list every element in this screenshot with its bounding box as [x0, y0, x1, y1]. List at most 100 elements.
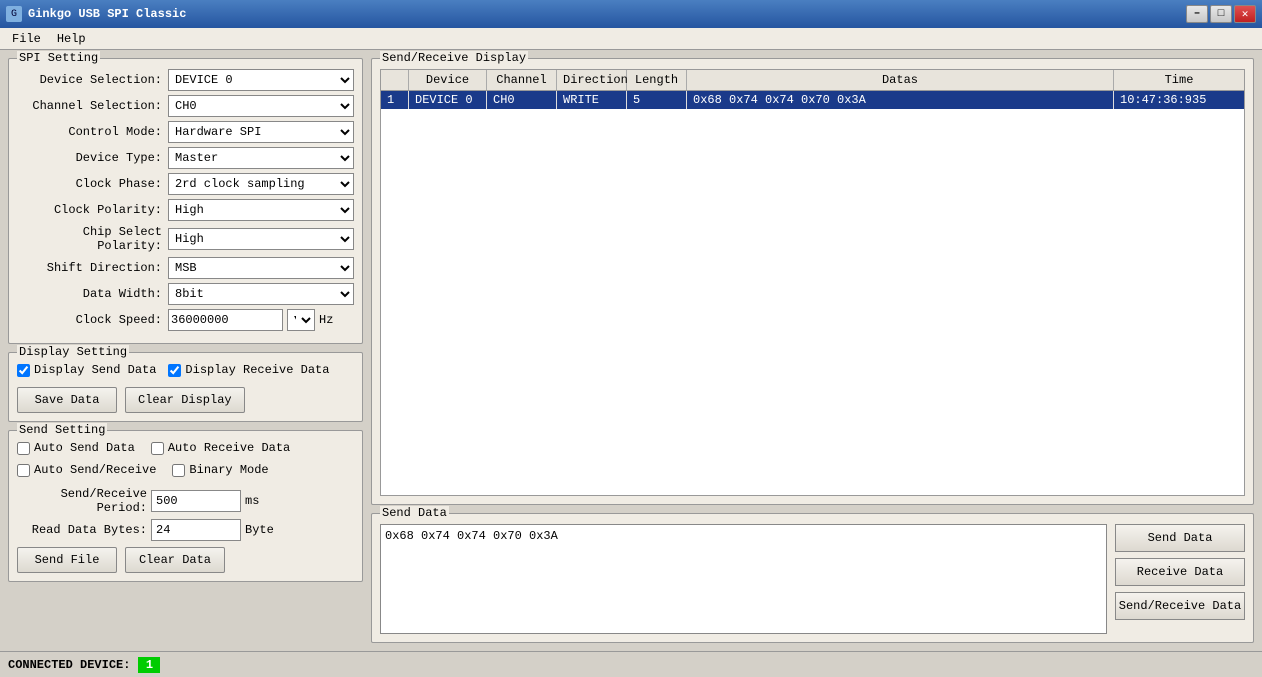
td-length: 5 [627, 91, 687, 109]
binary-mode-text: Binary Mode [189, 463, 268, 477]
menu-file[interactable]: File [4, 30, 49, 48]
display-buttons-row: Save Data Clear Display [17, 387, 354, 413]
th-datas: Datas [687, 70, 1114, 90]
main-content: SPI Setting Device Selection: DEVICE 0 D… [0, 50, 1262, 651]
status-badge: 1 [138, 657, 160, 673]
clock-speed-input[interactable] [168, 309, 283, 331]
window-title: Ginkgo USB SPI Classic [28, 7, 186, 21]
auto-send-text: Auto Send Data [34, 441, 135, 455]
read-bytes-unit: Byte [245, 523, 274, 537]
auto-send-receive-text: Auto Send/Receive [34, 463, 156, 477]
channel-selection-select[interactable]: CH0 CH1 [168, 95, 354, 117]
spi-setting-title: SPI Setting [17, 51, 100, 65]
send-data-button[interactable]: Send Data [1115, 524, 1245, 552]
spi-setting-group: SPI Setting Device Selection: DEVICE 0 D… [8, 58, 363, 344]
close-button[interactable]: ✕ [1234, 5, 1256, 23]
status-label: CONNECTED DEVICE: [8, 658, 130, 672]
device-selection-row: Device Selection: DEVICE 0 DEVICE 1 [17, 69, 354, 91]
minimize-button[interactable]: – [1186, 5, 1208, 23]
send-data-textarea[interactable]: 0x68 0x74 0x74 0x70 0x3A [380, 524, 1107, 634]
clock-polarity-label: Clock Polarity: [17, 203, 162, 217]
device-selection-select[interactable]: DEVICE 0 DEVICE 1 [168, 69, 354, 91]
display-receive-label: Display Receive Data [185, 363, 329, 377]
binary-mode-checkbox[interactable] [172, 464, 185, 477]
period-row: Send/Receive Period: ms [17, 487, 354, 515]
send-btn-col: Send Data Receive Data Send/Receive Data [1115, 524, 1245, 634]
clock-phase-select[interactable]: 1st clock sampling 2rd clock sampling [168, 173, 354, 195]
control-mode-label: Control Mode: [17, 125, 162, 139]
data-width-label: Data Width: [17, 287, 162, 301]
sr-display-group: Send/Receive Display Device Channel Dire… [371, 58, 1254, 505]
period-input[interactable] [151, 490, 241, 512]
save-data-button[interactable]: Save Data [17, 387, 117, 413]
auto-receive-text: Auto Receive Data [168, 441, 290, 455]
auto-send-checkbox[interactable] [17, 442, 30, 455]
clock-speed-unit: Hz [319, 313, 333, 327]
period-label: Send/Receive Period: [17, 487, 147, 515]
auto-send-label[interactable]: Auto Send Data [17, 441, 135, 455]
auto-receive-checkbox[interactable] [151, 442, 164, 455]
auto-send-receive-label[interactable]: Auto Send/Receive [17, 463, 156, 477]
display-send-checkbox[interactable] [17, 364, 30, 377]
control-mode-select[interactable]: Hardware SPI Software SPI [168, 121, 354, 143]
clock-speed-dropdown[interactable]: ▼ [287, 309, 315, 331]
td-device: DEVICE 0 [409, 91, 487, 109]
display-receive-checkbox[interactable] [168, 364, 181, 377]
clock-speed-control: ▼ Hz [168, 309, 354, 331]
auto-receive-label[interactable]: Auto Receive Data [151, 441, 290, 455]
th-time: Time [1114, 70, 1244, 90]
send-setting-title: Send Setting [17, 423, 107, 437]
send-data-title: Send Data [380, 506, 449, 520]
display-send-label: Display Send Data [34, 363, 156, 377]
device-type-label: Device Type: [17, 151, 162, 165]
left-panel: SPI Setting Device Selection: DEVICE 0 D… [8, 58, 363, 643]
display-setting-title: Display Setting [17, 345, 129, 359]
send-setting-buttons: Send File Clear Data [17, 547, 354, 573]
channel-selection-row: Channel Selection: CH0 CH1 [17, 95, 354, 117]
device-type-row: Device Type: Master Slave [17, 147, 354, 169]
device-type-select[interactable]: Master Slave [168, 147, 354, 169]
data-width-select[interactable]: 8bit 16bit [168, 283, 354, 305]
chip-select-polarity-select[interactable]: High Low [168, 228, 354, 250]
clock-phase-label: Clock Phase: [17, 177, 162, 191]
binary-mode-label[interactable]: Binary Mode [172, 463, 268, 477]
control-mode-row: Control Mode: Hardware SPI Software SPI [17, 121, 354, 143]
clear-display-button[interactable]: Clear Display [125, 387, 245, 413]
display-setting-group: Display Setting Display Send Data Displa… [8, 352, 363, 422]
td-channel: CH0 [487, 91, 557, 109]
title-bar-controls: – □ ✕ [1186, 5, 1256, 23]
sr-display-title: Send/Receive Display [380, 51, 528, 65]
receive-data-button[interactable]: Receive Data [1115, 558, 1245, 586]
td-time: 10:47:36:935 [1114, 91, 1244, 109]
clear-data-button[interactable]: Clear Data [125, 547, 225, 573]
sr-table-header: Device Channel Direction Length Datas Ti… [380, 69, 1245, 90]
td-num: 1 [381, 91, 409, 109]
menu-help[interactable]: Help [49, 30, 94, 48]
send-receive-data-button[interactable]: Send/Receive Data [1115, 592, 1245, 620]
status-bar: CONNECTED DEVICE: 1 [0, 651, 1262, 677]
maximize-button[interactable]: □ [1210, 5, 1232, 23]
shift-direction-select[interactable]: MSB LSB [168, 257, 354, 279]
read-bytes-label: Read Data Bytes: [17, 523, 147, 537]
app-icon: G [6, 6, 22, 22]
th-length: Length [627, 70, 687, 90]
th-device: Device [409, 70, 487, 90]
send-file-button[interactable]: Send File [17, 547, 117, 573]
auto-send-receive-checkbox[interactable] [17, 464, 30, 477]
display-checkboxes-row: Display Send Data Display Receive Data [17, 363, 354, 381]
menu-bar: File Help [0, 28, 1262, 50]
send-setting-group: Send Setting Auto Send Data Auto Receive… [8, 430, 363, 582]
th-num [381, 70, 409, 90]
title-bar: G Ginkgo USB SPI Classic – □ ✕ [0, 0, 1262, 28]
send-data-group: Send Data 0x68 0x74 0x74 0x70 0x3A Send … [371, 513, 1254, 643]
read-bytes-input[interactable] [151, 519, 241, 541]
table-row[interactable]: 1 DEVICE 0 CH0 WRITE 5 0x68 0x74 0x74 0x… [381, 91, 1244, 109]
clock-polarity-select[interactable]: High Low [168, 199, 354, 221]
shift-direction-label: Shift Direction: [17, 261, 162, 275]
send-data-box: 0x68 0x74 0x74 0x70 0x3A Send Data Recei… [380, 524, 1245, 634]
display-receive-checkbox-label[interactable]: Display Receive Data [168, 363, 329, 377]
device-selection-label: Device Selection: [17, 73, 162, 87]
chip-select-polarity-row: Chip Select Polarity: High Low [17, 225, 354, 253]
display-send-checkbox-label[interactable]: Display Send Data [17, 363, 156, 377]
th-channel: Channel [487, 70, 557, 90]
